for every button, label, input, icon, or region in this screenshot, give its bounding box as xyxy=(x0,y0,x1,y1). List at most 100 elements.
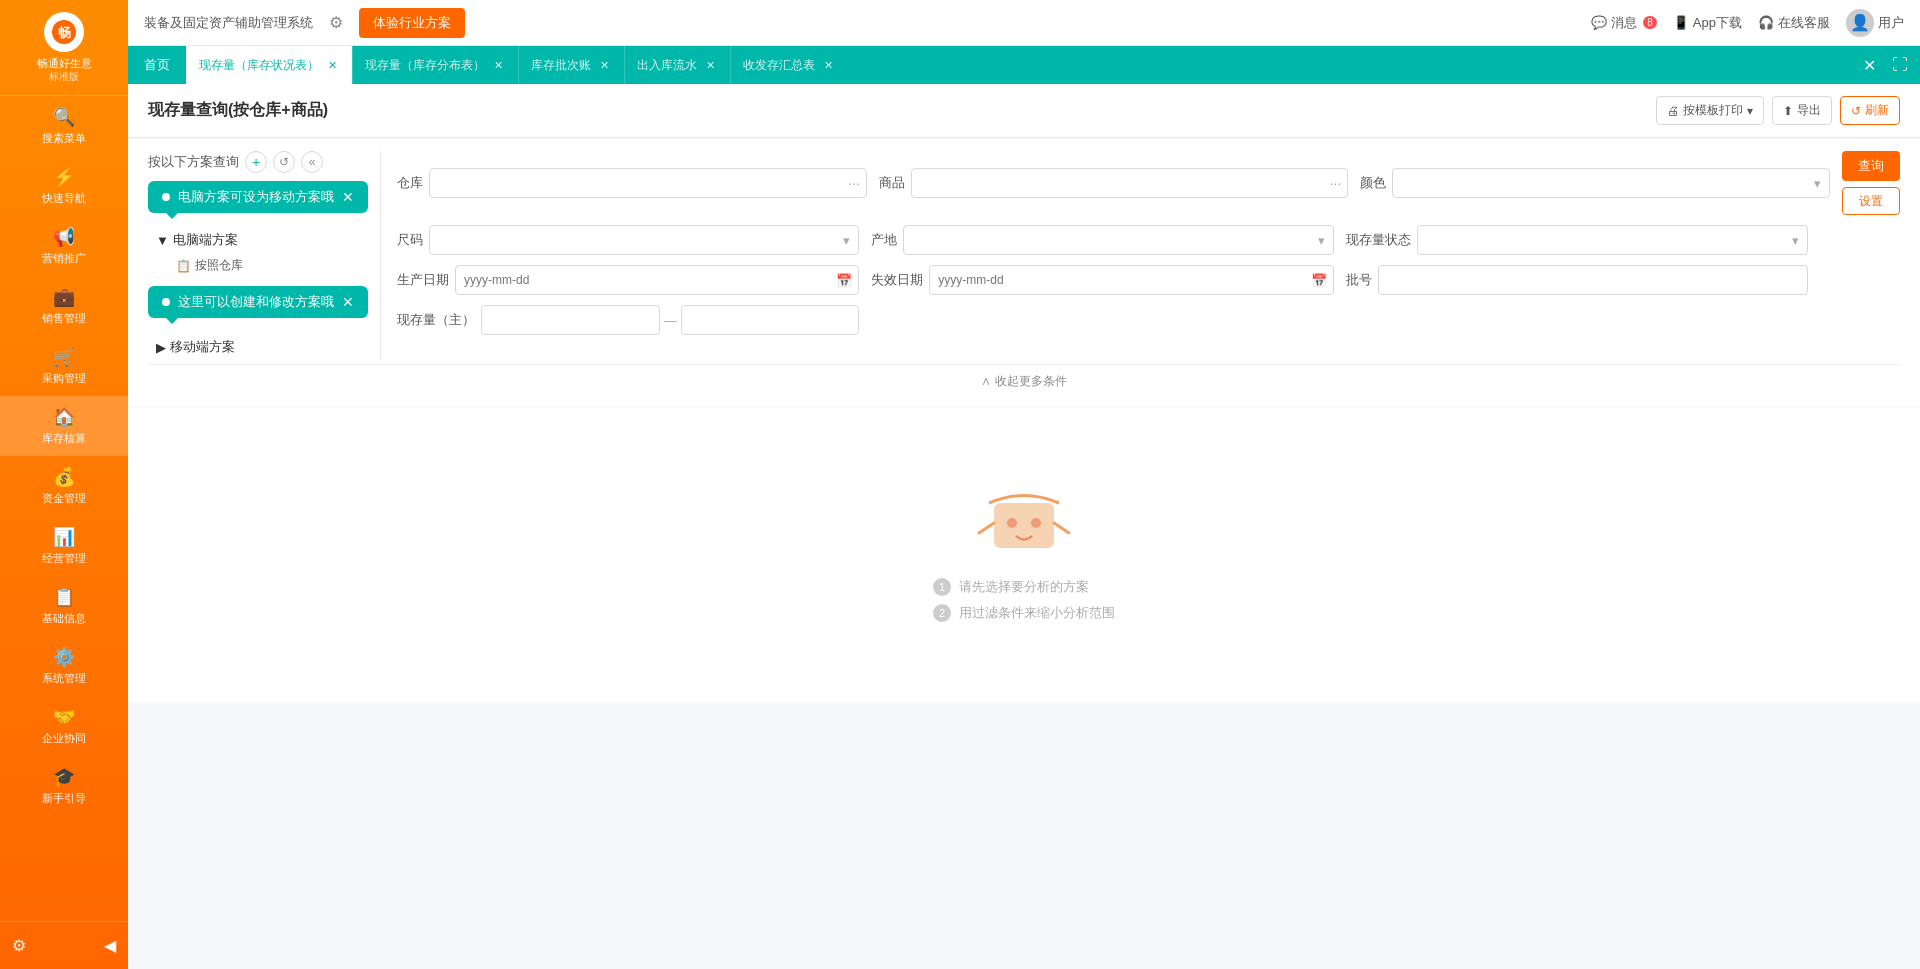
sidebar-search-label: 搜索菜单 xyxy=(42,131,86,146)
trial-button[interactable]: 体验行业方案 xyxy=(359,8,465,38)
size-dropdown-icon: ▾ xyxy=(835,233,858,248)
production-date-calendar-icon[interactable]: 📅 xyxy=(830,273,858,288)
tab-inout-flow[interactable]: 出入库流水 ✕ xyxy=(624,46,730,84)
notification-item[interactable]: 💬 消息 8 xyxy=(1591,14,1657,32)
stock-qty-max[interactable] xyxy=(681,305,860,335)
scheme-desktop-sub: 📋 按照仓库 xyxy=(148,253,368,278)
main-content: 装备及固定资产辅助管理系统 ⚙ 体验行业方案 💬 消息 8 📱 App下载 🎧 … xyxy=(128,0,1920,969)
size-select[interactable]: ▾ xyxy=(429,225,859,255)
filter-production-date: 生产日期 📅 xyxy=(397,265,859,295)
filter-section: 按以下方案查询 + ↺ « 电脑方案可设为移动方案哦 ✕ xyxy=(128,139,1920,406)
search-button[interactable]: 查询 xyxy=(1842,151,1900,181)
app-download-item[interactable]: 📱 App下载 xyxy=(1673,14,1742,32)
size-input[interactable] xyxy=(430,233,835,247)
guide-icon: 🎓 xyxy=(53,766,75,788)
print-button[interactable]: 🖨 按模板打印 ▾ xyxy=(1656,96,1764,125)
print-dropdown-icon: ▾ xyxy=(1747,104,1753,118)
system-settings-icon[interactable]: ⚙ xyxy=(329,13,343,32)
scheme-tree: ▼ 电脑端方案 📋 按照仓库 xyxy=(148,223,368,282)
settings-gear-btn[interactable]: ⚙ xyxy=(8,932,30,959)
batch-label: 批号 xyxy=(1346,271,1372,289)
tooltip2-close[interactable]: ✕ xyxy=(342,294,354,310)
empty-step2: 2 用过滤条件来缩小分析范围 xyxy=(933,604,1115,622)
empty-steps: 1 请先选择要分析的方案 2 用过滤条件来缩小分析范围 xyxy=(933,578,1115,622)
sidebar-enterprise-label: 企业协同 xyxy=(42,731,86,746)
product-input[interactable] xyxy=(912,176,1324,190)
sidebar-item-guide[interactable]: 🎓 新手引导 xyxy=(0,756,128,816)
warehouse-dots[interactable]: ··· xyxy=(842,175,866,191)
tab-close-all-btn[interactable]: ✕ xyxy=(1859,54,1880,77)
product-dots[interactable]: ··· xyxy=(1324,175,1348,191)
tab-home[interactable]: 首页 xyxy=(128,46,186,84)
stock-qty-min[interactable] xyxy=(481,305,660,335)
setting-button[interactable]: 设置 xyxy=(1842,187,1900,215)
tooltip2-dot xyxy=(162,298,170,306)
tooltip1-close[interactable]: ✕ xyxy=(342,189,354,205)
stock-status-dropdown-icon: ▾ xyxy=(1784,233,1807,248)
sidebar-item-finance[interactable]: 💰 资金管理 xyxy=(0,456,128,516)
sidebar-item-purchase[interactable]: 🛒 采购管理 xyxy=(0,336,128,396)
tab-maximize-btn[interactable]: ⛶ xyxy=(1888,54,1912,76)
color-select[interactable]: ▾ xyxy=(1392,168,1830,198)
sidebar-item-sales[interactable]: 💼 销售管理 xyxy=(0,276,128,336)
color-input[interactable] xyxy=(1393,176,1806,190)
page-actions: 🖨 按模板打印 ▾ ⬆ 导出 ↺ 刷新 xyxy=(1656,96,1900,125)
color-dropdown-icon: ▾ xyxy=(1806,176,1829,191)
refresh-button[interactable]: ↺ 刷新 xyxy=(1840,96,1900,125)
collapse-label: 收起更多条件 xyxy=(995,374,1067,388)
scheme-mobile-item[interactable]: ▶ 移动端方案 xyxy=(148,334,368,360)
tab-batch[interactable]: 库存批次账 ✕ xyxy=(518,46,624,84)
stock-status-input[interactable] xyxy=(1418,233,1784,247)
origin-input[interactable] xyxy=(904,233,1309,247)
scheme-desktop-sub-item1[interactable]: 📋 按照仓库 xyxy=(168,253,368,278)
online-support-label: 在线客服 xyxy=(1778,14,1830,32)
tab-inventory-dist[interactable]: 现存量（库存分布表） ✕ xyxy=(352,46,518,84)
add-scheme-btn[interactable]: + xyxy=(245,151,267,173)
tab-close-summary[interactable]: ✕ xyxy=(821,58,836,73)
purchase-icon: 🛒 xyxy=(53,346,75,368)
filter-fields: 仓库 ··· 商品 ··· xyxy=(381,151,1900,345)
warehouse-input[interactable] xyxy=(430,176,842,190)
stock-status-label: 现存量状态 xyxy=(1346,231,1411,249)
quicknav-icon: ⚡ xyxy=(53,166,75,188)
system-icon: ⚙️ xyxy=(53,646,75,668)
top-bar-right: 💬 消息 8 📱 App下载 🎧 在线客服 👤 用户 xyxy=(1591,9,1904,37)
sidebar-item-inventory[interactable]: 🏠 库存核算 xyxy=(0,396,128,456)
origin-select[interactable]: ▾ xyxy=(903,225,1333,255)
inventory-icon: 🏠 xyxy=(53,406,75,428)
sidebar-item-management[interactable]: 📊 经营管理 xyxy=(0,516,128,576)
filter-size: 尺码 ▾ xyxy=(397,225,859,255)
sidebar: 畅 畅通好生意 标准版 🔍 搜索菜单 ⚡ 快速导航 📢 营销推广 💼 销售管理 … xyxy=(0,0,128,969)
sidebar-finance-label: 资金管理 xyxy=(42,491,86,506)
user-item[interactable]: 👤 用户 xyxy=(1846,9,1904,37)
tab-close-inventory-dist[interactable]: ✕ xyxy=(491,58,506,73)
refresh-scheme-btn[interactable]: ↺ xyxy=(273,151,295,173)
collapse-bar[interactable]: ∧ 收起更多条件 xyxy=(148,364,1900,394)
production-date-input[interactable] xyxy=(456,273,830,287)
tab-close-inout-flow[interactable]: ✕ xyxy=(703,58,718,73)
sidebar-item-quicknav[interactable]: ⚡ 快速导航 xyxy=(0,156,128,216)
tab-summary[interactable]: 收发存汇总表 ✕ xyxy=(730,46,848,84)
batch-input[interactable] xyxy=(1379,273,1807,287)
sidebar-item-system[interactable]: ⚙️ 系统管理 xyxy=(0,636,128,696)
tab-inventory-status[interactable]: 现存量（库存状况表） ✕ xyxy=(186,46,352,84)
tab-close-inventory-status[interactable]: ✕ xyxy=(325,58,340,73)
step2-text: 用过滤条件来缩小分析范围 xyxy=(959,604,1115,622)
size-label: 尺码 xyxy=(397,231,423,249)
sidebar-collapse-btn[interactable]: ◀ xyxy=(100,932,120,959)
logo-icon: 畅 xyxy=(44,12,84,52)
sidebar-item-search[interactable]: 🔍 搜索菜单 xyxy=(0,96,128,156)
back-scheme-btn[interactable]: « xyxy=(301,151,323,173)
svg-rect-2 xyxy=(994,503,1054,548)
sidebar-item-basic[interactable]: 📋 基础信息 xyxy=(0,576,128,636)
scheme-desktop[interactable]: ▼ 电脑端方案 xyxy=(148,227,368,253)
online-support-item[interactable]: 🎧 在线客服 xyxy=(1758,14,1830,32)
stock-status-select[interactable]: ▾ xyxy=(1417,225,1808,255)
scheme-mobile-label: 移动端方案 xyxy=(170,338,235,356)
export-button[interactable]: ⬆ 导出 xyxy=(1772,96,1832,125)
expiry-date-input[interactable] xyxy=(930,273,1304,287)
tab-close-batch[interactable]: ✕ xyxy=(597,58,612,73)
sidebar-item-marketing[interactable]: 📢 营销推广 xyxy=(0,216,128,276)
expiry-date-calendar-icon[interactable]: 📅 xyxy=(1305,273,1333,288)
sidebar-item-enterprise[interactable]: 🤝 企业协同 xyxy=(0,696,128,756)
